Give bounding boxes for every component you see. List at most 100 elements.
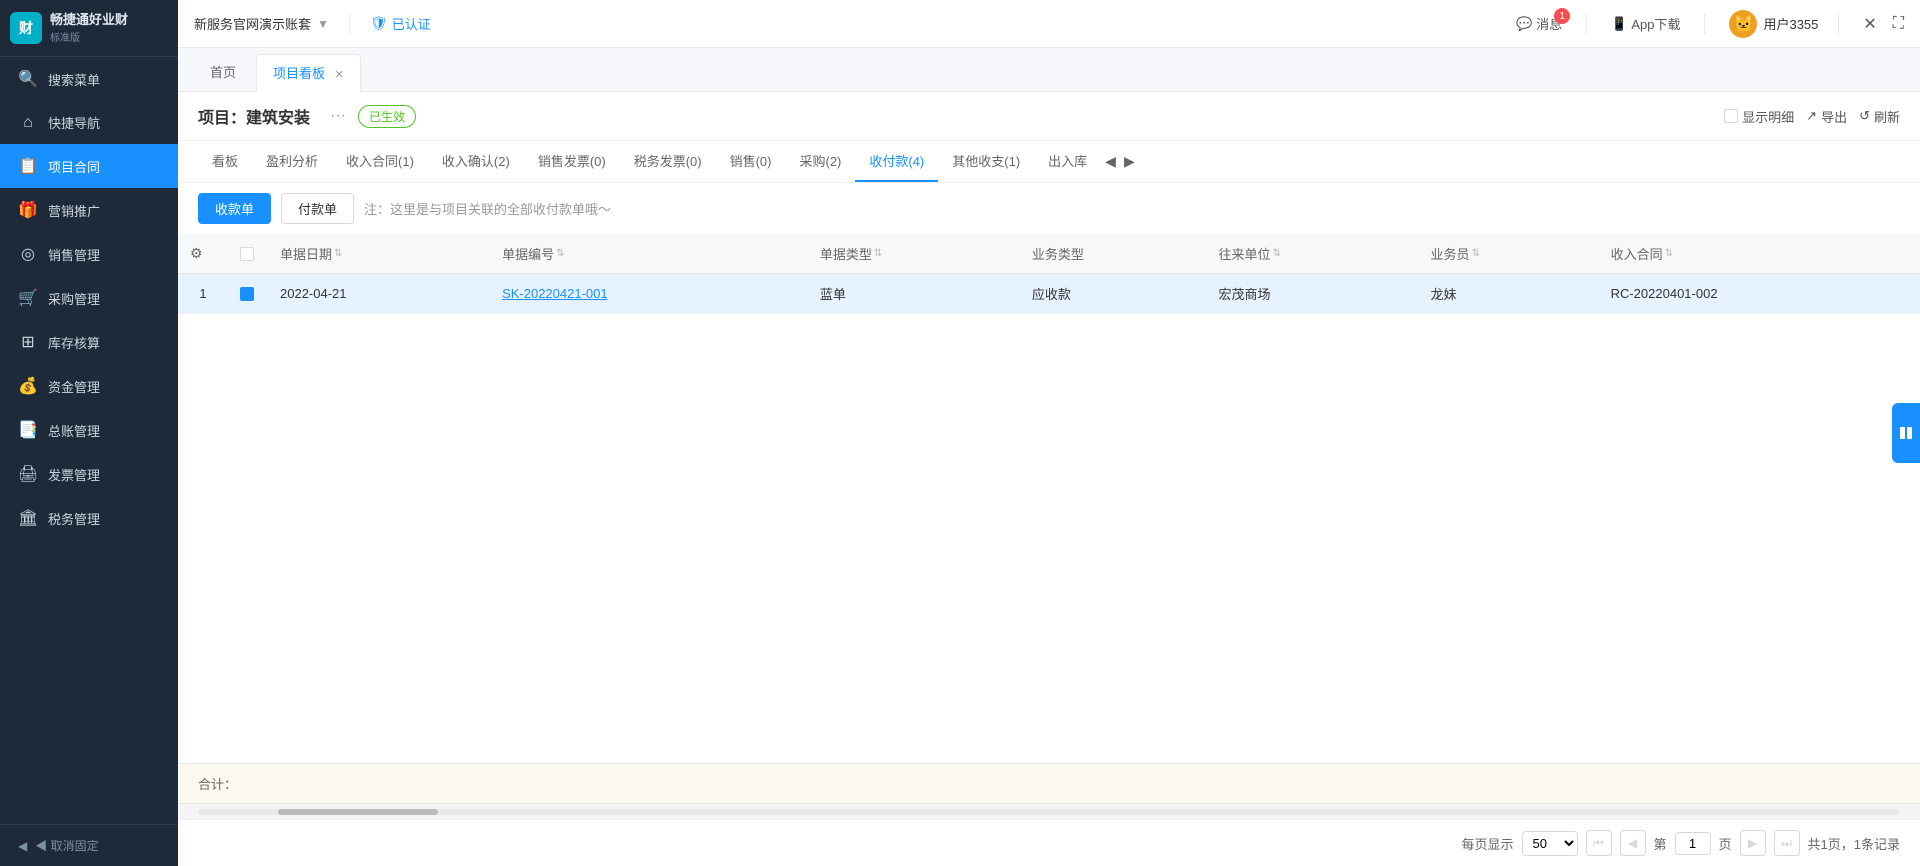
subtab-purchase[interactable]: 采购(2) — [785, 141, 855, 182]
page-input[interactable] — [1675, 832, 1711, 855]
sidebar-item-contracts[interactable]: 📋 项目合同 — [0, 144, 178, 188]
th-type[interactable]: 单据类型 ⇅ — [808, 234, 1020, 274]
header-checkbox[interactable] — [240, 247, 254, 261]
page-title-value: 建筑安装 — [246, 110, 310, 127]
checkbox-square — [1724, 109, 1738, 123]
scrollbar-track — [198, 809, 1900, 815]
settings-icon[interactable]: ⚙ — [190, 245, 203, 261]
th-income-contract[interactable]: 收入合同 ⇅ — [1599, 234, 1920, 274]
th-date-label: 单据日期 — [280, 244, 332, 263]
th-number[interactable]: 单据编号 ⇅ — [490, 234, 808, 274]
expand-icon: ⛶ — [1893, 15, 1904, 33]
th-date[interactable]: 单据日期 ⇅ — [268, 234, 490, 274]
dropdown-icon: ▼ — [317, 17, 329, 31]
scrollbar-thumb[interactable] — [278, 809, 438, 815]
sort-icon: ⇅ — [1471, 248, 1479, 259]
th-check[interactable] — [228, 234, 268, 274]
subtab-tax-invoice[interactable]: 税务发票(0) — [620, 141, 716, 182]
subtab-income-confirm[interactable]: 收入确认(2) — [428, 141, 524, 182]
th-income-contract-sort[interactable]: 收入合同 ⇅ — [1611, 244, 1908, 263]
th-settings[interactable]: ⚙ — [178, 234, 228, 274]
row-number-link[interactable]: SK-20220421-001 — [502, 286, 608, 301]
row-biz-type: 应收款 — [1020, 274, 1207, 314]
shield-icon: 🛡 — [370, 15, 388, 32]
th-type-sort[interactable]: 单据类型 ⇅ — [820, 244, 1008, 263]
refresh-button[interactable]: ↺ 刷新 — [1859, 107, 1900, 126]
subtab-sales-invoice[interactable]: 销售发票(0) — [524, 141, 620, 182]
next-page-btn[interactable]: ▶ — [1740, 830, 1766, 856]
export-button[interactable]: ↗ 导出 — [1806, 107, 1847, 126]
user-menu[interactable]: 🐱 用户3355 — [1729, 10, 1818, 38]
close-icon: ✕ — [1863, 14, 1876, 34]
expand-window-button[interactable]: ⛶ — [1893, 15, 1904, 33]
sort-icon: ⇅ — [874, 248, 882, 259]
payment-filter-btn[interactable]: 付款单 — [281, 193, 354, 224]
receipt-filter-btn[interactable]: 收款单 — [198, 193, 271, 224]
th-date-sort[interactable]: 单据日期 ⇅ — [280, 244, 478, 263]
app-download-button[interactable]: 📱 App下载 — [1611, 14, 1680, 33]
subtabs-prev-btn[interactable]: ◀ — [1101, 145, 1120, 178]
tab-home[interactable]: 首页 — [194, 54, 252, 91]
right-panel-icon — [1899, 426, 1913, 440]
sort-icon: ⇅ — [556, 248, 564, 259]
sidebar-item-inventory[interactable]: ⊞ 库存核算 — [0, 320, 178, 364]
subtab-receipt[interactable]: 收付款(4) — [855, 141, 938, 182]
sidebar-item-sales[interactable]: ◎ 销售管理 — [0, 232, 178, 276]
sidebar-item-search[interactable]: 🔍 搜索菜单 — [0, 57, 178, 101]
subtab-profit-label: 盈利分析 — [266, 154, 318, 169]
total-info: 共1页，1条记录 — [1808, 834, 1900, 853]
subtab-sales[interactable]: 销售(0) — [716, 141, 786, 182]
table-head: ⚙ 单据日期 ⇅ 单据编号 — [178, 234, 1920, 274]
subtab-profit[interactable]: 盈利分析 — [252, 141, 332, 182]
header-actions: 显示明细 ↗ 导出 ↺ 刷新 — [1724, 107, 1900, 126]
sidebar-item-label: 搜索菜单 — [48, 70, 100, 89]
tabbar: 首页 项目看板 ✕ — [178, 48, 1920, 92]
unpin-button[interactable]: ◀ ◀ 取消固定 — [0, 824, 178, 866]
sidebar-item-quicknav[interactable]: ⌂ 快捷导航 — [0, 101, 178, 144]
sidebar-header: 财 畅捷通好业财 标准版 — [0, 0, 178, 57]
th-partner-sort[interactable]: 往来单位 ⇅ — [1218, 244, 1406, 263]
sidebar-item-marketing[interactable]: 🎁 营销推广 — [0, 188, 178, 232]
th-number-label: 单据编号 — [502, 244, 554, 263]
tab-project-board[interactable]: 项目看板 ✕ — [256, 54, 361, 92]
th-number-sort[interactable]: 单据编号 ⇅ — [502, 244, 796, 263]
subtabs-next-btn[interactable]: ▶ — [1120, 145, 1139, 178]
row-partner: 宏茂商场 — [1206, 274, 1418, 314]
topbar-divider3 — [1704, 14, 1705, 34]
sidebar-item-tax[interactable]: 🏛 税务管理 — [0, 496, 178, 540]
page-title: 项目：建筑安装 — [198, 104, 310, 128]
th-salesman[interactable]: 业务员 ⇅ — [1418, 234, 1598, 274]
row-check[interactable] — [228, 274, 268, 314]
sidebar-item-finance[interactable]: 💰 资金管理 — [0, 364, 178, 408]
tab-project-board-label: 项目看板 — [273, 66, 325, 81]
status-badge: 已生效 — [358, 105, 416, 128]
sidebar-item-ledger[interactable]: 📑 总账管理 — [0, 408, 178, 452]
subtab-income-contract[interactable]: 收入合同(1) — [332, 141, 428, 182]
table-body: 1 2022-04-21 SK-20220421-001 蓝单 应收款 宏茂商场… — [178, 274, 1920, 314]
more-button[interactable]: ··· — [330, 107, 346, 125]
th-partner[interactable]: 往来单位 ⇅ — [1206, 234, 1418, 274]
prev-page-btn[interactable]: ◀ — [1620, 830, 1646, 856]
close-window-button[interactable]: ✕ — [1863, 14, 1876, 34]
right-panel-btn[interactable] — [1892, 403, 1920, 463]
sidebar-item-purchase[interactable]: 🛒 采购管理 — [0, 276, 178, 320]
subtab-other-expense[interactable]: 其他收支(1) — [938, 141, 1034, 182]
subtab-inout[interactable]: 出入库 — [1034, 141, 1101, 182]
last-page-btn[interactable]: ⏭ — [1774, 830, 1800, 856]
sidebar-item-invoice[interactable]: 🖨 发票管理 — [0, 452, 178, 496]
per-page-select[interactable]: 50 100 200 — [1522, 831, 1578, 856]
data-table: ⚙ 单据日期 ⇅ 单据编号 — [178, 234, 1920, 314]
subtab-income-confirm-label: 收入确认(2) — [442, 154, 510, 169]
subtab-kanban[interactable]: 看板 — [198, 141, 252, 182]
project-selector[interactable]: 新服务官网演示账套 ▼ — [194, 14, 329, 33]
row-checkbox[interactable] — [240, 287, 254, 301]
message-badge: 1 — [1554, 8, 1570, 24]
message-button[interactable]: 💬 消息 1 — [1516, 14, 1562, 33]
first-page-btn[interactable]: ⏮ — [1586, 830, 1612, 856]
tab-close-icon[interactable]: ✕ — [335, 69, 344, 81]
phone-icon: 📱 — [1611, 16, 1627, 32]
row-number[interactable]: SK-20220421-001 — [490, 274, 808, 314]
th-salesman-sort[interactable]: 业务员 ⇅ — [1430, 244, 1586, 263]
show-detail-checkbox[interactable]: 显示明细 — [1724, 107, 1794, 126]
table-row[interactable]: 1 2022-04-21 SK-20220421-001 蓝单 应收款 宏茂商场… — [178, 274, 1920, 314]
